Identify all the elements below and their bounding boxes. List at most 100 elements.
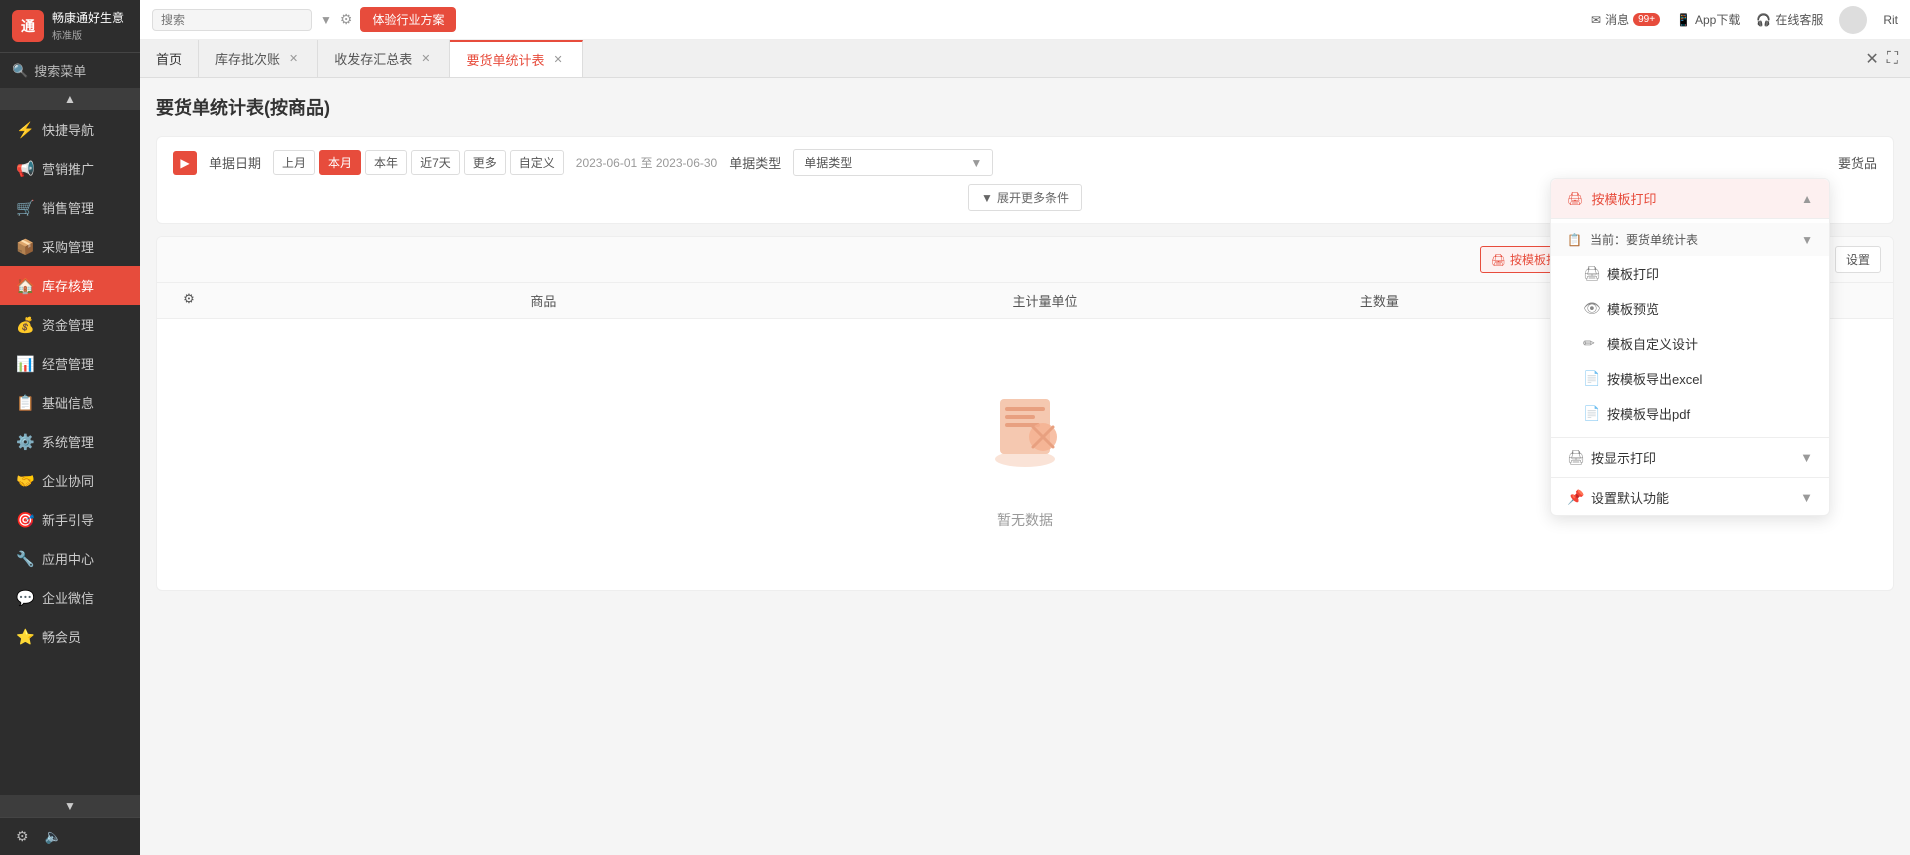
sidebar-logo: 通 畅康通好生意 标准版 [0,0,140,53]
page-title: 要货单统计表(按商品) [156,94,1894,120]
sidebar-item-purchase[interactable]: 📦 采购管理 [0,227,140,266]
filter-row-1: ▶ 单据日期 上月 本月 本年 近7天 更多 自定义 2023-06-01 至 … [173,149,1877,176]
sidebar-item-system[interactable]: ⚙️ 系统管理 [0,422,140,461]
tab-home[interactable]: 首页 [140,40,199,77]
sidebar-item-wechat[interactable]: 💬 企业微信 [0,578,140,617]
current-template-arrow[interactable]: ▼ [1801,233,1813,247]
dropdown-collapse-icon[interactable]: ▲ [1801,192,1813,206]
filter-expand-icon[interactable]: ▶ [173,151,197,175]
batch-accounts-tab-label: 库存批次账 [215,49,280,68]
sidebar-item-marketing[interactable]: 📢 营销推广 [0,149,140,188]
current-template-label: 当前：要货单统计表 [1590,231,1698,248]
sidebar-scroll-down[interactable]: ▼ [0,795,140,817]
tab-receipt-summary[interactable]: 收发存汇总表 ✕ [318,40,450,77]
date-btn-last-month[interactable]: 上月 [273,150,315,175]
tab-close-window-icon[interactable]: ✕ [1865,49,1878,69]
dropdown-template-custom[interactable]: ✏ 模板自定义设计 [1551,326,1829,361]
col-header-settings[interactable]: ⚙ [169,291,209,310]
online-service-label: 在线客服 [1775,11,1823,28]
topbar-search-input[interactable] [152,9,312,31]
date-btn-more[interactable]: 更多 [464,150,506,175]
dropdown-template-print[interactable]: 🖨 模板打印 [1551,256,1829,291]
settings-button[interactable]: 设置 [1835,246,1881,273]
sidebar-item-label: 营销推广 [42,159,94,178]
dropdown-template-pdf[interactable]: 📄 按模板导出pdf [1551,396,1829,431]
sidebar-item-app-center[interactable]: 🔧 应用中心 [0,539,140,578]
dropdown-template-excel[interactable]: 📄 按模板导出excel [1551,361,1829,396]
date-buttons: 上月 本月 本年 近7天 更多 自定义 [273,150,564,175]
sidebar-item-label: 库存核算 [42,276,94,295]
current-template-icon: 📋 [1567,233,1582,247]
sidebar-item-operations[interactable]: 📊 经营管理 [0,344,140,383]
message-icon: ✉ [1591,13,1601,27]
sidebar-scroll-up[interactable]: ▲ [0,88,140,110]
search-icon: 🔍 [12,63,28,79]
page-content: 要货单统计表(按商品) ▶ 单据日期 上月 本月 本年 近7天 更多 自定义 2… [140,78,1910,855]
sidebar-item-collab[interactable]: 🤝 企业协同 [0,461,140,500]
sidebar-item-label: 快捷导航 [42,120,94,139]
template-excel-label: 按模板导出excel [1607,369,1702,388]
dropdown-template-preview[interactable]: 👁 模板预览 [1551,291,1829,326]
collab-icon: 🤝 [16,472,34,490]
dropdown-display-print[interactable]: 🖨 按显示打印 ▼ [1551,440,1829,475]
inventory-icon: 🏠 [16,277,34,295]
audio-icon[interactable]: 🔈 [45,828,62,845]
newbie-icon: 🎯 [16,511,34,529]
tab-receipt-summary-close[interactable]: ✕ [418,51,433,66]
print-dropdown: 🖨 按模板打印 ▲ 📋 当前：要货单统计表 ▼ 🖨 模板打印 [1550,178,1830,516]
topbar-right: ✉ 消息 99+ 📱 App下载 🎧 在线客服 Rit [1591,6,1898,34]
date-btn-this-month[interactable]: 本月 [319,150,361,175]
app-logo-icon: 通 [12,10,44,42]
sidebar-item-newbie[interactable]: 🎯 新手引导 [0,500,140,539]
sidebar-item-label: 企业微信 [42,588,94,607]
search-menu-item[interactable]: 🔍 搜索菜单 [0,53,140,88]
date-btn-this-year[interactable]: 本年 [365,150,407,175]
sidebar-item-member[interactable]: ⭐ 畅会员 [0,617,140,656]
print-icon: 🖨 [1491,253,1506,267]
template-pdf-icon: 📄 [1583,405,1599,422]
message-item[interactable]: ✉ 消息 99+ [1591,11,1660,28]
sidebar-item-label: 经营管理 [42,354,94,373]
settings-bottom-icon[interactable]: ⚙ [16,828,29,845]
date-btn-7days[interactable]: 近7天 [411,150,460,175]
expand-more-btn[interactable]: ▼ 展开更多条件 [968,184,1082,211]
tab-expand-icon[interactable]: ⛶ [1887,50,1898,68]
sidebar-item-sales[interactable]: 🛒 销售管理 [0,188,140,227]
trial-button[interactable]: 体验行业方案 [360,7,456,32]
select-arrow-icon: ▼ [970,156,982,170]
sidebar-item-inventory[interactable]: 🏠 库存核算 [0,266,140,305]
topbar: ▼ ⚙ 体验行业方案 ✉ 消息 99+ 📱 App下载 🎧 在线客服 Rit [140,0,1910,40]
dropdown-print-icon: 🖨 [1567,191,1584,207]
tab-batch-accounts[interactable]: 库存批次账 ✕ [199,40,318,77]
search-label: 搜索菜单 [34,61,86,80]
sidebar-item-label: 资金管理 [42,315,94,334]
member-icon: ⭐ [16,628,34,646]
display-print-icon: 🖨 [1567,449,1583,466]
user-avatar[interactable] [1839,6,1867,34]
tab-batch-accounts-close[interactable]: ✕ [286,51,301,66]
template-custom-icon: ✏ [1583,335,1599,352]
col-header-unit: 主计量单位 [878,291,1212,310]
app-download-item[interactable]: 📱 App下载 [1676,11,1740,28]
main-area: ▼ ⚙ 体验行业方案 ✉ 消息 99+ 📱 App下载 🎧 在线客服 Rit 首… [140,0,1910,855]
app-download-label: App下载 [1695,11,1740,28]
app-center-icon: 🔧 [16,550,34,568]
purchase-icon: 📦 [16,238,34,256]
sidebar-item-basics[interactable]: 📋 基础信息 [0,383,140,422]
topbar-chevron-icon[interactable]: ▼ [320,13,332,27]
default-func-left: 📌 设置默认功能 [1567,488,1669,507]
tab-order-stats-close[interactable]: ✕ [551,52,566,67]
topbar-gear-icon[interactable]: ⚙ [340,11,353,28]
sidebar-item-finance[interactable]: 💰 资金管理 [0,305,140,344]
empty-icon [975,379,1075,498]
online-service-item[interactable]: 🎧 在线客服 [1756,11,1823,28]
empty-text: 暂无数据 [997,510,1053,530]
dropdown-default-func[interactable]: 📌 设置默认功能 ▼ [1551,480,1829,515]
order-stats-tab-label: 要货单统计表 [466,50,544,69]
system-icon: ⚙️ [16,433,34,451]
order-type-select[interactable]: 单据类型 ▼ [793,149,993,176]
date-btn-custom[interactable]: 自定义 [510,150,564,175]
date-range-display: 2023-06-01 至 2023-06-30 [576,154,717,171]
sidebar-item-quick-nav[interactable]: ⚡ 快捷导航 [0,110,140,149]
tab-order-stats[interactable]: 要货单统计表 ✕ [450,40,582,77]
